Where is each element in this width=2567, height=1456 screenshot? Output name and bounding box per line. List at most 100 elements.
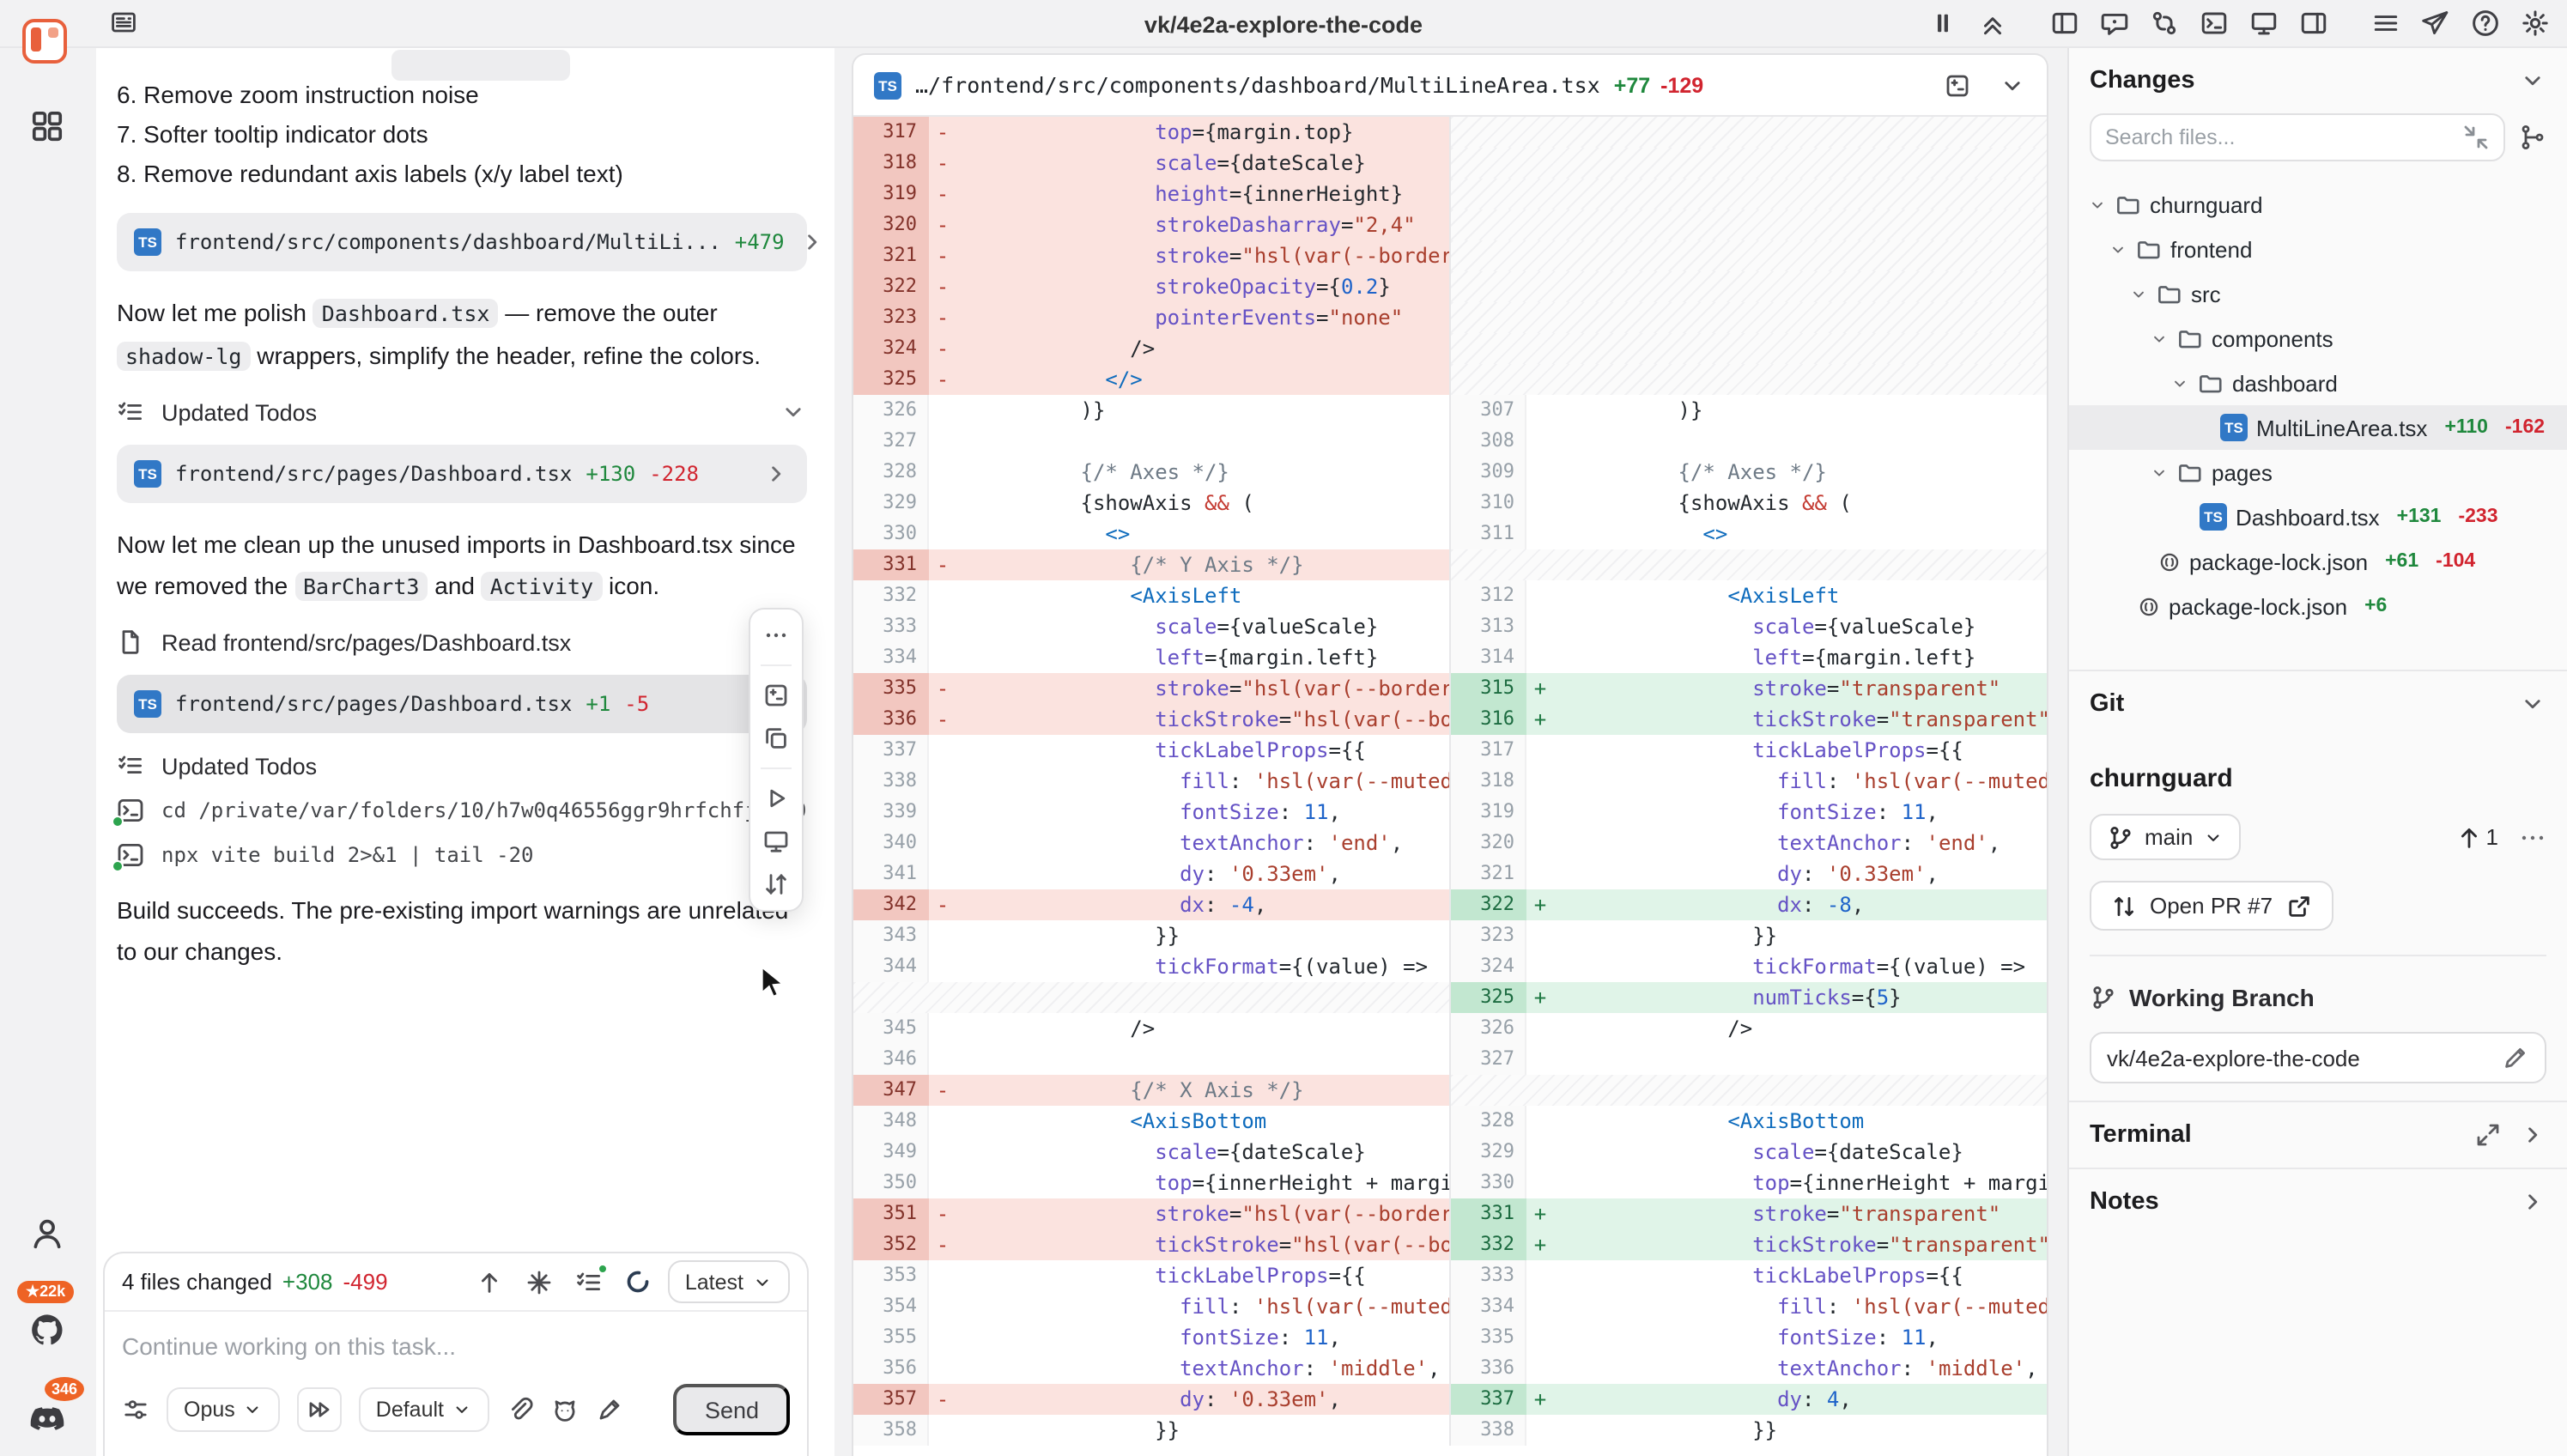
transcript-toggle-button[interactable] <box>110 9 137 36</box>
boards-button[interactable] <box>29 108 65 144</box>
tree-folder-churnguard[interactable]: churnguard <box>2069 182 2567 227</box>
commits-ahead[interactable]: 1 <box>2455 823 2498 851</box>
chevrons-up-button[interactable] <box>1978 9 2007 38</box>
github-button[interactable] <box>29 1312 65 1348</box>
diff-row: 324- /> <box>853 333 2047 364</box>
notes-section-header[interactable]: Notes <box>2069 1168 2567 1235</box>
fast-forward-button[interactable] <box>297 1387 342 1432</box>
menu-button[interactable] <box>2371 9 2400 38</box>
open-pr-button[interactable]: Open PR #7 <box>2090 881 2333 931</box>
file-change-pill[interactable]: TS frontend/src/pages/Dashboard.tsx +130… <box>117 445 807 503</box>
git-more-button[interactable] <box>2519 823 2546 851</box>
chevron-down-icon[interactable] <box>2519 690 2546 718</box>
working-branch-input[interactable] <box>2107 1045 2491 1071</box>
more-icon <box>762 622 790 649</box>
more-button[interactable] <box>762 622 790 649</box>
discord-button[interactable] <box>29 1399 65 1435</box>
attach-button[interactable] <box>506 1396 533 1423</box>
model-dropdown[interactable]: Opus <box>167 1387 280 1432</box>
help-button[interactable] <box>2471 9 2500 38</box>
terminal-section-header[interactable]: Terminal <box>2069 1101 2567 1168</box>
additions-count: +6 <box>2364 596 2387 616</box>
tree-view-button[interactable] <box>2519 124 2546 151</box>
panel-right-button[interactable] <box>2299 9 2328 38</box>
chevron-right-icon[interactable] <box>2519 1121 2546 1149</box>
patch-button[interactable] <box>762 682 790 709</box>
additions-count: +110 <box>2444 417 2488 438</box>
copy-button[interactable] <box>762 725 790 752</box>
typescript-icon: TS <box>2220 414 2248 441</box>
monitor-button[interactable] <box>2249 9 2279 38</box>
app-logo[interactable] <box>22 19 67 64</box>
updated-todos-row[interactable]: Updated Todos <box>117 398 807 426</box>
terminal-button[interactable] <box>2200 9 2229 38</box>
changes-status-bar[interactable]: 4 files changed +308 -499 Latest <box>105 1253 807 1312</box>
todos-status-button[interactable] <box>575 1268 603 1295</box>
updated-todos-row[interactable]: Updated Todos <box>117 752 807 780</box>
tree-folder-pages[interactable]: pages <box>2069 450 2567 494</box>
working-branch-field[interactable] <box>2090 1032 2546 1083</box>
tree-file-MultiLineArea.tsx[interactable]: TSMultiLineArea.tsx+110-162 <box>2069 405 2567 450</box>
expand-icon[interactable] <box>2474 1121 2502 1149</box>
read-file-row[interactable]: Read frontend/src/pages/Dashboard.tsx <box>117 628 807 656</box>
todos-label: Updated Todos <box>161 753 317 779</box>
terminal-command-row[interactable]: npx vite build 2>&1 | tail -20 <box>117 841 807 869</box>
spinner-icon[interactable] <box>625 1269 651 1295</box>
diff-view-button[interactable] <box>1944 71 1971 99</box>
file-change-pill[interactable]: TS frontend/src/components/dashboard/Mul… <box>117 213 807 271</box>
diff-row: 357- dy: '0.33em',337+ dy: 4, <box>853 1384 2047 1415</box>
chat-transcript[interactable]: 6. Remove zoom instruction noise 7. Soft… <box>96 48 834 1252</box>
panel-columns-button[interactable] <box>2050 9 2079 38</box>
chevron-down-icon[interactable] <box>2519 67 2546 94</box>
message-input-row <box>105 1312 807 1370</box>
chevron-down-icon <box>242 1399 263 1420</box>
expand-pill-button[interactable] <box>798 228 826 256</box>
tree-file-Dashboard.tsx[interactable]: TSDashboard.tsx+131-233 <box>2069 494 2567 539</box>
version-dropdown[interactable]: Latest <box>668 1260 790 1303</box>
expand-pill-button[interactable] <box>762 460 790 488</box>
terminal-command-row[interactable]: cd /private/var/folders/10/h7w0q46556ggr… <box>117 797 807 824</box>
cat-icon[interactable] <box>550 1396 578 1423</box>
settings-button[interactable] <box>122 1396 149 1423</box>
git-section-header[interactable]: Git <box>2069 670 2567 737</box>
chevron-down-icon[interactable] <box>780 398 807 426</box>
tree-file-package-lock.json[interactable]: package-lock.json+6 <box>2069 584 2567 628</box>
status-dot <box>598 1263 608 1273</box>
tree-folder-components[interactable]: components <box>2069 316 2567 361</box>
sparkle-button[interactable] <box>525 1268 553 1295</box>
monitor-button[interactable] <box>762 828 790 855</box>
tree-file-package-lock.json[interactable]: package-lock.json+61-104 <box>2069 539 2567 584</box>
pen-button[interactable] <box>595 1396 622 1423</box>
diff-body[interactable]: 317- top={margin.top}318- scale={dateSca… <box>853 117 2047 1456</box>
pause-button[interactable] <box>1928 9 1957 38</box>
collapse-file-button[interactable] <box>1999 71 2026 99</box>
paper-plane-button[interactable] <box>2421 9 2450 38</box>
git-compare-button[interactable] <box>2150 9 2179 38</box>
chat-bubble-button[interactable] <box>2100 9 2129 38</box>
compare-button[interactable] <box>762 871 790 898</box>
tree-folder-dashboard[interactable]: dashboard <box>2069 361 2567 405</box>
play-button[interactable] <box>762 785 790 812</box>
send-button[interactable]: Send <box>674 1384 790 1435</box>
search-box[interactable] <box>2090 113 2505 161</box>
tree-folder-src[interactable]: src <box>2069 271 2567 316</box>
branch-dropdown[interactable]: main <box>2090 814 2241 860</box>
tree-folder-frontend[interactable]: frontend <box>2069 227 2567 271</box>
account-button[interactable] <box>29 1216 65 1252</box>
gear-button[interactable] <box>2521 9 2550 38</box>
diff-right-cell <box>1451 209 2047 240</box>
diff-left-cell: 340 textAnchor: 'end', <box>853 828 1451 858</box>
collapse-all-icon[interactable] <box>2462 124 2490 151</box>
file-change-pill[interactable]: TS frontend/src/pages/Dashboard.tsx +1 -… <box>117 675 807 733</box>
diff-right-cell: 338 }} <box>1451 1415 2047 1446</box>
chevron-right-icon[interactable] <box>2519 1188 2546 1216</box>
deletions-count: -5 <box>624 692 649 716</box>
arrow-up-button[interactable] <box>476 1268 503 1295</box>
edit-branch-icon[interactable] <box>2502 1044 2529 1071</box>
search-input[interactable] <box>2105 125 2462 149</box>
changes-section-header[interactable]: Changes <box>2069 48 2567 113</box>
todos-label: Updated Todos <box>161 399 317 425</box>
mode-dropdown[interactable]: Default <box>359 1387 489 1432</box>
compare-icon <box>762 871 790 898</box>
task-input[interactable] <box>122 1332 790 1360</box>
